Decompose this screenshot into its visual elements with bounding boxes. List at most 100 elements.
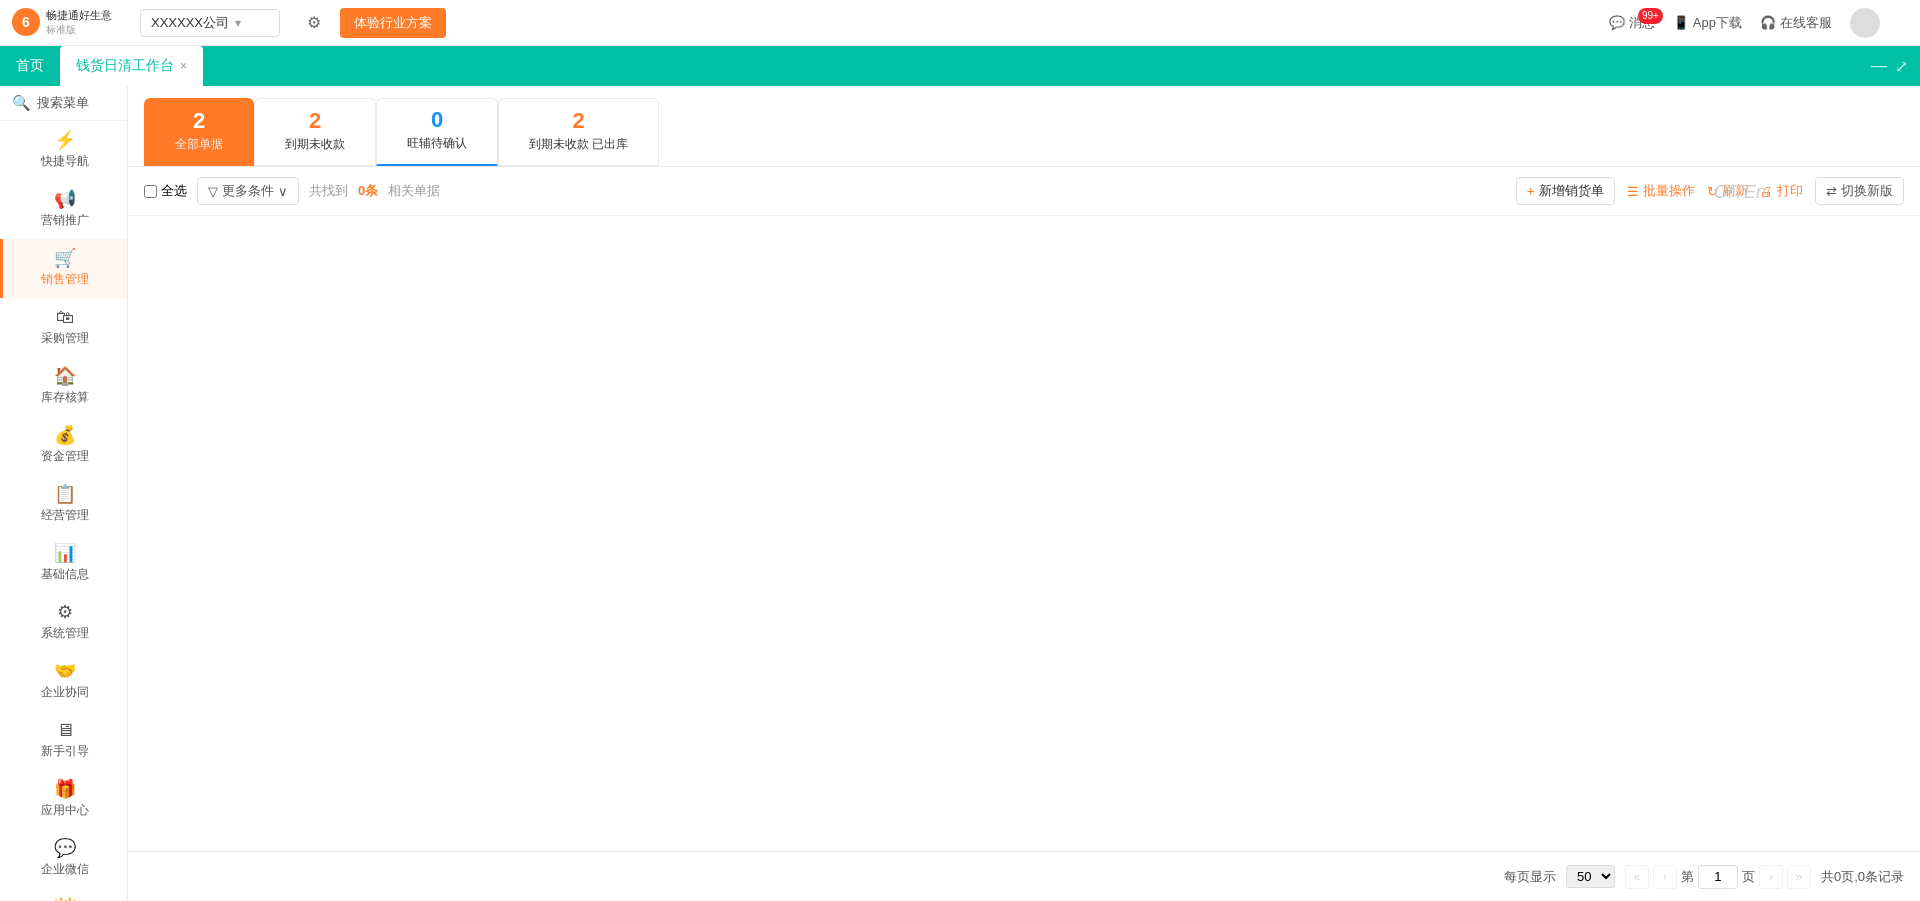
main-layout: 🔍 搜索菜单 ⚡ 快捷导航 📢 营销推广 🛒 销售管理 🛍 采购管理 🏠 库存核… — [0, 86, 1920, 901]
sidebar-item-label: 资金管理 — [41, 448, 89, 465]
download-icon: 📱 — [1673, 15, 1689, 30]
sidebar-item-inventory[interactable]: 🏠 库存核算 — [0, 357, 127, 416]
inventory-icon: 🏠 — [54, 367, 76, 385]
switch-version-button[interactable]: ⇄ 切换新版 — [1815, 177, 1904, 205]
industry-button[interactable]: 体验行业方案 — [340, 8, 446, 38]
result-count: 0条 — [358, 182, 378, 200]
stat-tab-overdue-out[interactable]: 2 到期未收款 已出库 — [498, 98, 659, 166]
sidebar-item-member[interactable]: 👑 畅会员 — [0, 888, 127, 901]
sidebar-item-coop[interactable]: 🤝 企业协同 — [0, 652, 127, 711]
prev-page-button[interactable]: ‹ — [1653, 865, 1677, 889]
avatar[interactable] — [1850, 8, 1880, 38]
sidebar-item-finance[interactable]: 💰 资金管理 — [0, 416, 127, 475]
filter-chevron-icon: ∨ — [278, 184, 288, 199]
sidebar-item-app-center[interactable]: 🎁 应用中心 — [0, 770, 127, 829]
refresh-button[interactable]: ↻ 刷新 — [1707, 182, 1748, 200]
sidebar-item-label: 销售管理 — [41, 271, 89, 288]
stat-tab-overdue[interactable]: 2 到期未收款 — [254, 98, 376, 166]
sales-icon: 🛒 — [54, 249, 76, 267]
stat-tab-pending-label: 旺辅待确认 — [407, 135, 467, 152]
base-info-icon: 📊 — [54, 544, 76, 562]
filter-icon: ▽ — [208, 184, 218, 199]
stat-tab-overdue-out-count: 2 — [573, 110, 585, 132]
add-sale-button[interactable]: + 新增销货单 — [1516, 177, 1615, 205]
tab-bar: 首页 钱货日清工作台 × — ⤢ — [0, 46, 1920, 86]
sidebar-item-marketing[interactable]: 📢 营销推广 — [0, 180, 127, 239]
batch-icon: ☰ — [1627, 184, 1639, 199]
tab-active-label: 钱货日清工作台 — [76, 57, 174, 75]
weixin-icon: 💬 — [54, 839, 76, 857]
print-button[interactable]: 🖨 打印 — [1760, 182, 1803, 200]
sidebar-search-label: 搜索菜单 — [37, 94, 89, 112]
sidebar-search[interactable]: 🔍 搜索菜单 — [0, 86, 127, 121]
sys-mgmt-icon: ⚙ — [57, 603, 73, 621]
logo-text: 畅捷通好生意 — [46, 8, 112, 22]
page-label: 第 — [1681, 868, 1694, 886]
sidebar-item-quick-nav[interactable]: ⚡ 快捷导航 — [0, 121, 127, 180]
last-page-button[interactable]: » — [1787, 865, 1811, 889]
operations-icon: 📋 — [54, 485, 76, 503]
batch-button[interactable]: ☰ 批量操作 — [1627, 182, 1695, 200]
page-nav: « ‹ 第 页 › » — [1625, 865, 1811, 889]
marketing-icon: 📢 — [54, 190, 76, 208]
next-page-button[interactable]: › — [1759, 865, 1783, 889]
purchase-icon: 🛍 — [56, 308, 74, 326]
print-icon: 🖨 — [1760, 184, 1773, 199]
first-page-button[interactable]: « — [1625, 865, 1649, 889]
minimize-icon[interactable]: — — [1871, 57, 1887, 75]
sidebar-item-label: 基础信息 — [41, 566, 89, 583]
print-label: 打印 — [1777, 182, 1803, 200]
sidebar: 🔍 搜索菜单 ⚡ 快捷导航 📢 营销推广 🛒 销售管理 🛍 采购管理 🏠 库存核… — [0, 86, 128, 901]
tab-home[interactable]: 首页 — [0, 46, 60, 86]
stat-tab-pending[interactable]: 0 旺辅待确认 — [376, 98, 498, 166]
app-download-action[interactable]: 📱 App下载 — [1673, 14, 1742, 32]
toolbar-left: 全选 ▽ 更多条件 ∨ 共找到 0条 相关单据 — [144, 177, 440, 205]
sidebar-item-sys-mgmt[interactable]: ⚙ 系统管理 — [0, 593, 127, 652]
message-badge: 99+ — [1638, 8, 1663, 24]
page-input[interactable] — [1698, 865, 1738, 889]
top-header: 6 畅捷通好生意 标准版 XXXXXX公司 ▾ ⚙ 体验行业方案 💬 消息 99… — [0, 0, 1920, 46]
result-suffix: 相关单据 — [388, 182, 440, 200]
sidebar-item-label: 经营管理 — [41, 507, 89, 524]
tab-active[interactable]: 钱货日清工作台 × — [60, 46, 203, 86]
result-prefix: 共找到 — [309, 182, 348, 200]
sidebar-item-sales[interactable]: 🛒 销售管理 — [0, 239, 127, 298]
search-icon: 🔍 — [12, 94, 31, 112]
company-selector[interactable]: XXXXXX公司 ▾ — [140, 9, 280, 37]
sidebar-item-label: 企业协同 — [41, 684, 89, 701]
refresh-icon: ↻ — [1707, 184, 1718, 199]
plus-icon: + — [1527, 183, 1535, 199]
company-name: XXXXXX公司 — [151, 14, 229, 32]
maximize-icon[interactable]: ⤢ — [1895, 57, 1908, 76]
page-size-select[interactable]: 50 — [1566, 865, 1615, 888]
sidebar-item-purchase[interactable]: 🛍 采购管理 — [0, 298, 127, 357]
sidebar-item-operations[interactable]: 📋 经营管理 — [0, 475, 127, 534]
settings-icon[interactable]: ⚙ — [300, 9, 328, 37]
refresh-label: 刷新 — [1722, 182, 1748, 200]
header-center: ⚙ 体验行业方案 — [280, 8, 1609, 38]
sidebar-item-label: 应用中心 — [41, 802, 89, 819]
logo-area: 6 畅捷通好生意 标准版 — [12, 8, 140, 36]
message-icon: 💬 — [1609, 15, 1625, 30]
select-all-checkbox[interactable]: 全选 — [144, 182, 187, 200]
stat-tab-all[interactable]: 2 全部单据 — [144, 98, 254, 166]
sidebar-item-weixin[interactable]: 💬 企业微信 — [0, 829, 127, 888]
sidebar-item-label: 企业微信 — [41, 861, 89, 878]
message-action[interactable]: 💬 消息 99+ — [1609, 14, 1655, 32]
table-area — [128, 216, 1920, 851]
tab-close-icon[interactable]: × — [180, 59, 187, 73]
chevron-down-icon: ▾ — [235, 16, 241, 30]
per-page-label: 每页显示 — [1504, 868, 1556, 886]
header-right: 💬 消息 99+ 📱 App下载 🎧 在线客服 — [1609, 8, 1908, 38]
select-all-input[interactable] — [144, 185, 157, 198]
select-all-label: 全选 — [161, 182, 187, 200]
sidebar-item-guide[interactable]: 🖥 新手引导 — [0, 711, 127, 770]
stat-tab-overdue-label: 到期未收款 — [285, 136, 345, 153]
service-icon: 🎧 — [1760, 15, 1776, 30]
filter-button[interactable]: ▽ 更多条件 ∨ — [197, 177, 299, 205]
sidebar-item-base-info[interactable]: 📊 基础信息 — [0, 534, 127, 593]
online-service-label: 在线客服 — [1780, 14, 1832, 32]
online-service-action[interactable]: 🎧 在线客服 — [1760, 14, 1832, 32]
sidebar-item-label: 库存核算 — [41, 389, 89, 406]
app-download-label: App下载 — [1693, 14, 1742, 32]
